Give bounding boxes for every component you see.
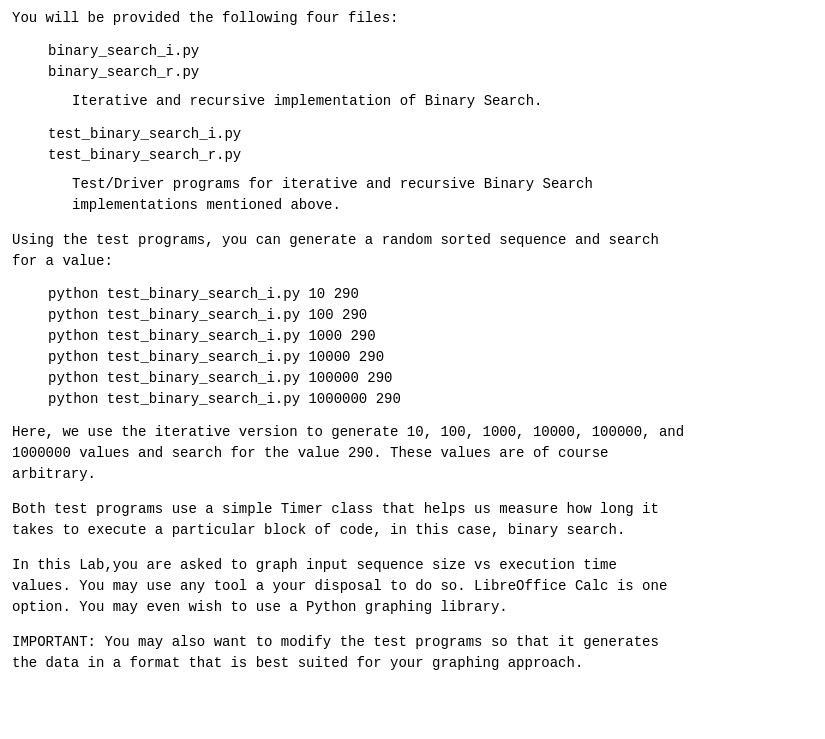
timer-line2: takes to execute a particular block of c… — [12, 520, 813, 541]
main-content: You will be provided the following four … — [12, 8, 813, 674]
test-file-item-1: test_binary_search_i.py — [48, 124, 813, 145]
command-6: python test_binary_search_i.py 1000000 2… — [48, 389, 813, 410]
usage-paragraph: Using the test programs, you can generat… — [12, 230, 813, 272]
test-files-desc-line1: Test/Driver programs for iterative and r… — [72, 174, 813, 195]
command-2: python test_binary_search_i.py 100 290 — [48, 305, 813, 326]
important-line1: IMPORTANT: You may also want to modify t… — [12, 632, 813, 653]
test-file-list: test_binary_search_i.py test_binary_sear… — [48, 124, 813, 166]
command-3: python test_binary_search_i.py 1000 290 — [48, 326, 813, 347]
test-files-desc-line2: implementations mentioned above. — [72, 195, 813, 216]
file-item-2: binary_search_r.py — [48, 62, 813, 83]
lab-line2: values. You may use any tool a your disp… — [12, 576, 813, 597]
lab-line3: option. You may even wish to use a Pytho… — [12, 597, 813, 618]
command-1: python test_binary_search_i.py 10 290 — [48, 284, 813, 305]
important-paragraph: IMPORTANT: You may also want to modify t… — [12, 632, 813, 674]
test-file-item-2: test_binary_search_r.py — [48, 145, 813, 166]
files-description: Iterative and recursive implementation o… — [72, 91, 813, 112]
file-list: binary_search_i.py binary_search_r.py — [48, 41, 813, 83]
timer-line1: Both test programs use a simple Timer cl… — [12, 499, 813, 520]
test-files-description: Test/Driver programs for iterative and r… — [72, 174, 813, 216]
important-line2: the data in a format that is best suited… — [12, 653, 813, 674]
lab-line1: In this Lab,you are asked to graph input… — [12, 555, 813, 576]
lab-paragraph: In this Lab,you are asked to graph input… — [12, 555, 813, 618]
command-4: python test_binary_search_i.py 10000 290 — [48, 347, 813, 368]
file-item-1: binary_search_i.py — [48, 41, 813, 62]
timer-paragraph: Both test programs use a simple Timer cl… — [12, 499, 813, 541]
command-block: python test_binary_search_i.py 10 290 py… — [48, 284, 813, 410]
intro-text: You will be provided the following four … — [12, 8, 813, 29]
explanation-paragraph: Here, we use the iterative version to ge… — [12, 422, 813, 485]
command-5: python test_binary_search_i.py 100000 29… — [48, 368, 813, 389]
files-desc-text: Iterative and recursive implementation o… — [72, 91, 813, 112]
explanation-line1: Here, we use the iterative version to ge… — [12, 422, 813, 443]
usage-line1: Using the test programs, you can generat… — [12, 230, 813, 251]
explanation-line2: 1000000 values and search for the value … — [12, 443, 813, 464]
usage-line2: for a value: — [12, 251, 813, 272]
explanation-line3: arbitrary. — [12, 464, 813, 485]
